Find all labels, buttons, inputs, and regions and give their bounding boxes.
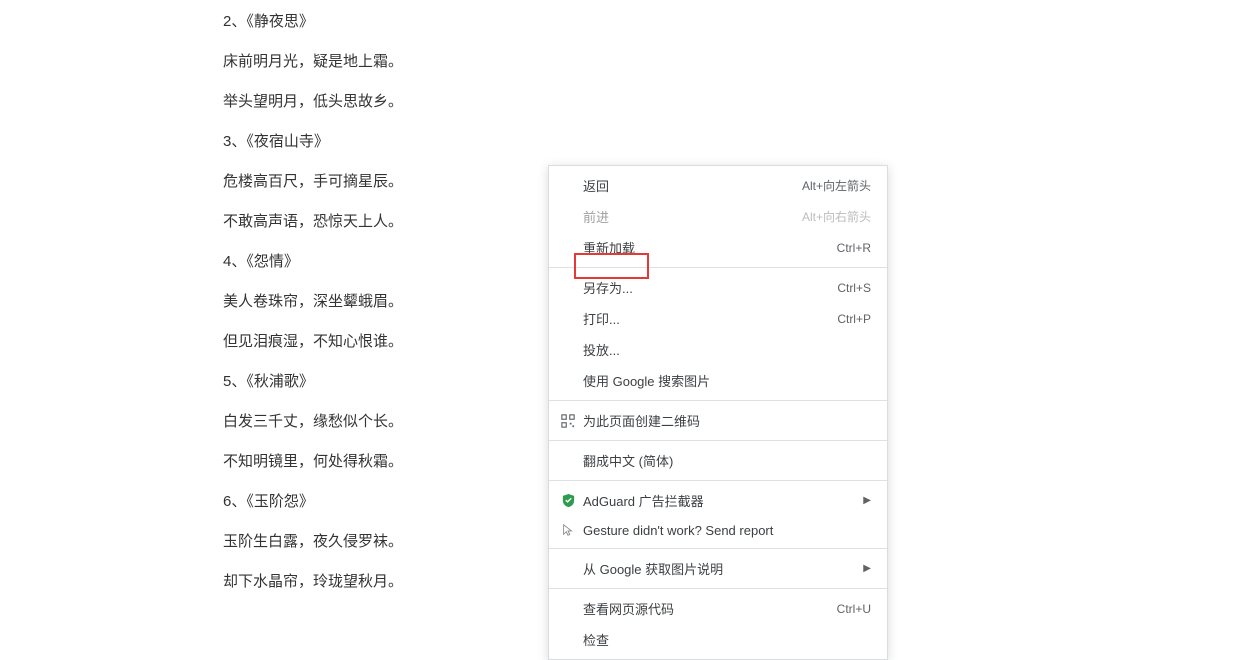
menu-reload-label: 重新加载 <box>583 238 837 257</box>
menu-back-shortcut: Alt+向左箭头 <box>802 177 871 194</box>
menu-adguard-label: AdGuard 广告拦截器 <box>583 491 863 510</box>
content-line: 白发三千丈，缘愁似个长。 <box>223 410 523 434</box>
content-line: 但见泪痕湿，不知心恨谁。 <box>223 330 523 354</box>
menu-separator <box>549 548 887 549</box>
menu-save-as-label: 另存为... <box>583 278 837 297</box>
menu-qr-code[interactable]: 为此页面创建二维码 <box>549 405 887 436</box>
chevron-right-icon: ▶ <box>863 563 871 574</box>
menu-reload[interactable]: 重新加载 Ctrl+R <box>549 232 887 263</box>
content-line: 不敢高声语，恐惊天上人。 <box>223 210 523 234</box>
menu-translate-label: 翻成中文 (简体) <box>583 451 871 470</box>
menu-gesture[interactable]: Gesture didn't work? Send report <box>549 516 887 544</box>
qr-icon <box>561 414 583 428</box>
menu-forward-label: 前进 <box>583 207 802 226</box>
shield-icon <box>561 493 583 508</box>
menu-gesture-label: Gesture didn't work? Send report <box>583 523 871 538</box>
content-line: 床前明月光，疑是地上霜。 <box>223 50 523 74</box>
menu-reload-shortcut: Ctrl+R <box>837 241 871 255</box>
content-line: 却下水晶帘，玲珑望秋月。 <box>223 570 523 594</box>
menu-separator <box>549 400 887 401</box>
menu-cast[interactable]: 投放... <box>549 334 887 365</box>
menu-adguard[interactable]: AdGuard 广告拦截器 ▶ <box>549 485 887 516</box>
cursor-icon <box>561 523 583 537</box>
menu-cast-label: 投放... <box>583 340 871 359</box>
content-line: 5、《秋浦歌》 <box>223 370 523 394</box>
menu-forward: 前进 Alt+向右箭头 <box>549 201 887 232</box>
menu-print-shortcut: Ctrl+P <box>837 312 871 326</box>
menu-separator <box>549 588 887 589</box>
menu-print[interactable]: 打印... Ctrl+P <box>549 303 887 334</box>
menu-view-source-label: 查看网页源代码 <box>583 599 837 618</box>
menu-back[interactable]: 返回 Alt+向左箭头 <box>549 170 887 201</box>
menu-search-image-label: 使用 Google 搜索图片 <box>583 371 871 390</box>
content-line: 危楼高百尺，手可摘星辰。 <box>223 170 523 194</box>
content-line: 不知明镜里，何处得秋霜。 <box>223 450 523 474</box>
menu-inspect[interactable]: 检查 <box>549 624 887 655</box>
context-menu[interactable]: 返回 Alt+向左箭头 前进 Alt+向右箭头 重新加载 Ctrl+R 另存为.… <box>548 165 888 660</box>
menu-save-as[interactable]: 另存为... Ctrl+S <box>549 272 887 303</box>
content-line: 举头望明月，低头思故乡。 <box>223 90 523 114</box>
menu-forward-shortcut: Alt+向右箭头 <box>802 208 871 225</box>
menu-print-label: 打印... <box>583 309 837 328</box>
menu-save-as-shortcut: Ctrl+S <box>837 281 871 295</box>
content-line: 美人卷珠帘，深坐颦蛾眉。 <box>223 290 523 314</box>
menu-google-image-desc[interactable]: 从 Google 获取图片说明 ▶ <box>549 553 887 584</box>
content-line: 4、《怨情》 <box>223 250 523 274</box>
content-line: 2、《静夜思》 <box>223 10 523 34</box>
menu-separator <box>549 267 887 268</box>
menu-inspect-label: 检查 <box>583 630 871 649</box>
content-line: 6、《玉阶怨》 <box>223 490 523 514</box>
content-line: 玉阶生白露，夜久侵罗袜。 <box>223 530 523 554</box>
menu-translate[interactable]: 翻成中文 (简体) <box>549 445 887 476</box>
content-line: 3、《夜宿山寺》 <box>223 130 523 154</box>
menu-back-label: 返回 <box>583 176 802 195</box>
menu-google-image-desc-label: 从 Google 获取图片说明 <box>583 559 863 578</box>
chevron-right-icon: ▶ <box>863 495 871 506</box>
menu-view-source-shortcut: Ctrl+U <box>837 602 871 616</box>
article-content: 2、《静夜思》 床前明月光，疑是地上霜。 举头望明月，低头思故乡。 3、《夜宿山… <box>223 10 523 610</box>
menu-separator <box>549 480 887 481</box>
menu-separator <box>549 440 887 441</box>
menu-search-image[interactable]: 使用 Google 搜索图片 <box>549 365 887 396</box>
menu-qr-label: 为此页面创建二维码 <box>583 411 871 430</box>
menu-view-source[interactable]: 查看网页源代码 Ctrl+U <box>549 593 887 624</box>
